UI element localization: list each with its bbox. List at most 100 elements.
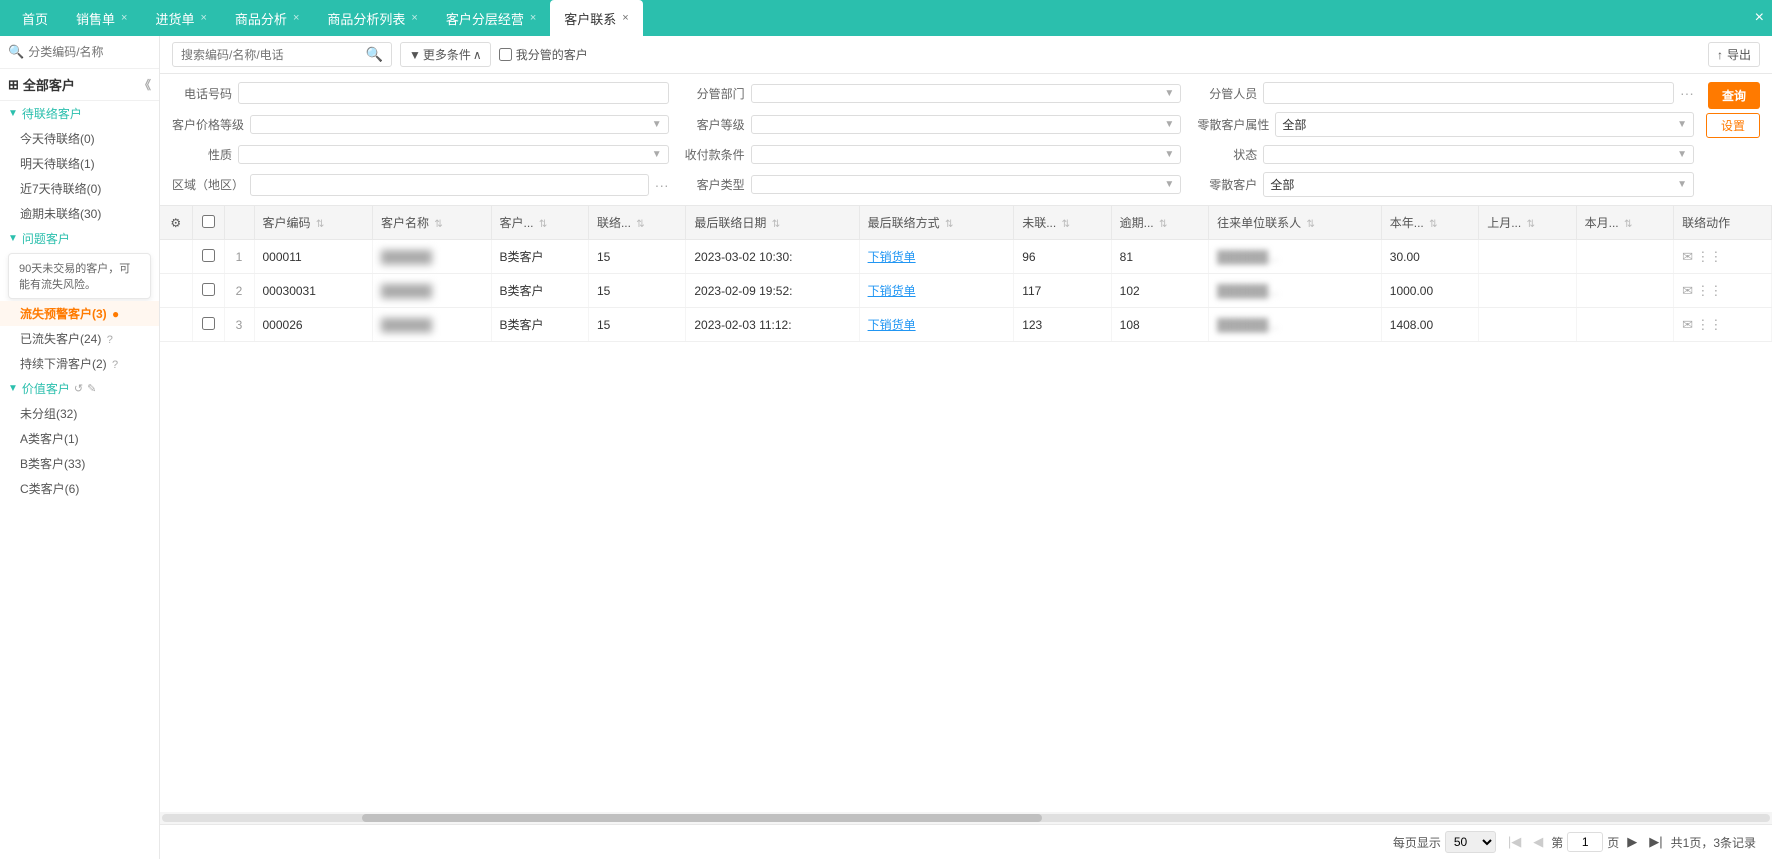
- filter-region-dots[interactable]: ···: [655, 177, 669, 193]
- filter-manager-input[interactable]: [1263, 82, 1674, 104]
- window-close-btn[interactable]: ×: [1755, 9, 1764, 27]
- col-this-month[interactable]: 本月... ⇅: [1576, 206, 1673, 240]
- my-customer-checkbox[interactable]: [499, 48, 512, 61]
- sidebar-item-churned[interactable]: 已流失客户(24) ?: [0, 326, 159, 351]
- more-icon-2[interactable]: ⋮⋮: [1696, 317, 1722, 332]
- col-contact-person[interactable]: 往来单位联系人 ⇅: [1209, 206, 1382, 240]
- sidebar-group-pending[interactable]: ▼ 待联络客户: [0, 101, 159, 126]
- filter-payment-select[interactable]: ▼: [751, 145, 1182, 164]
- more-icon-0[interactable]: ⋮⋮: [1696, 249, 1722, 264]
- filter-nature: 性质 ▼: [172, 145, 669, 164]
- col-last-month[interactable]: 上月... ⇅: [1479, 206, 1576, 240]
- filter-manager-dots[interactable]: ···: [1680, 85, 1694, 101]
- row-uncontacted-1: 117: [1014, 274, 1111, 308]
- first-page-btn[interactable]: |◀: [1504, 832, 1525, 852]
- col-this-year[interactable]: 本年... ⇅: [1381, 206, 1478, 240]
- chevron-down-icon: ∧: [473, 48, 482, 62]
- sidebar-item-tomorrow[interactable]: 明天待联络(1): [0, 151, 159, 176]
- filter-status-select[interactable]: ▼: [1263, 145, 1694, 164]
- export-btn[interactable]: ↑ 导出: [1708, 42, 1760, 67]
- row-type-2: B类客户: [491, 308, 588, 342]
- sidebar-item-churn-warning[interactable]: 流失预警客户(3) ●: [0, 301, 159, 326]
- col-contact[interactable]: 联络... ⇅: [588, 206, 685, 240]
- sidebar-collapse-btn[interactable]: 《: [139, 76, 151, 93]
- search-icon[interactable]: 🔍: [366, 46, 383, 63]
- sidebar-item-declining[interactable]: 持续下滑客户(2) ?: [0, 351, 159, 376]
- sidebar-item-c-class[interactable]: C类客户(6): [0, 476, 159, 501]
- tab-customer-tier[interactable]: 客户分层经营 ×: [432, 0, 550, 36]
- tab-analysis-list-close[interactable]: ×: [411, 12, 417, 24]
- query-button[interactable]: 查询: [1708, 82, 1760, 109]
- row-action-0[interactable]: ✉ ⋮⋮: [1674, 240, 1772, 274]
- sidebar-item-a-class[interactable]: A类客户(1): [0, 426, 159, 451]
- horizontal-scrollbar[interactable]: [160, 812, 1772, 824]
- sidebar-all-customers[interactable]: ⊞ 全部客户 《: [0, 69, 159, 101]
- tab-purchase[interactable]: 进货单 ×: [141, 0, 220, 36]
- contact-icon-2[interactable]: ✉: [1682, 317, 1693, 332]
- col-name[interactable]: 客户名称 ⇅: [373, 206, 492, 240]
- filter-phone-input[interactable]: [238, 82, 669, 104]
- refresh-icon[interactable]: ↺: [74, 382, 83, 395]
- tab-analysis-list[interactable]: 商品分析列表 ×: [313, 0, 431, 36]
- sidebar-search-input[interactable]: [28, 45, 160, 59]
- page-input[interactable]: [1567, 832, 1603, 852]
- filter-price-level-select[interactable]: ▼: [250, 115, 669, 134]
- edit-icon[interactable]: ✎: [87, 382, 96, 395]
- sidebar-group-value[interactable]: ▼ 价值客户 ↺ ✎: [0, 376, 159, 401]
- row-action-2[interactable]: ✉ ⋮⋮: [1674, 308, 1772, 342]
- row-this-month-1: [1576, 274, 1673, 308]
- col-last-date[interactable]: 最后联络日期 ⇅: [686, 206, 859, 240]
- row-checkbox-1[interactable]: [192, 274, 224, 308]
- col-code[interactable]: 客户编码 ⇅: [254, 206, 373, 240]
- sidebar-group-problem[interactable]: ▼ 问题客户: [0, 226, 159, 251]
- sidebar-item-b-class[interactable]: B类客户(33): [0, 451, 159, 476]
- row-action-1[interactable]: ✉ ⋮⋮: [1674, 274, 1772, 308]
- sidebar-item-today[interactable]: 今天待联络(0): [0, 126, 159, 151]
- col-type[interactable]: 客户... ⇅: [491, 206, 588, 240]
- last-page-btn[interactable]: ▶|: [1645, 832, 1666, 852]
- row-last-method-0[interactable]: 下销货单: [859, 240, 1014, 274]
- scrollbar-thumb[interactable]: [362, 814, 1042, 822]
- filter-customer-level-select[interactable]: ▼: [751, 115, 1182, 134]
- sidebar-item-7days[interactable]: 近7天待联络(0): [0, 176, 159, 201]
- tab-customer-contact[interactable]: 客户联系 ×: [550, 0, 642, 36]
- tab-customer-tier-close[interactable]: ×: [530, 12, 536, 24]
- more-icon-1[interactable]: ⋮⋮: [1696, 283, 1722, 298]
- col-last-method[interactable]: 最后联络方式 ⇅: [859, 206, 1014, 240]
- filter-region-input[interactable]: [250, 174, 649, 196]
- row-contact-person-1: ██████...: [1209, 274, 1382, 308]
- col-settings[interactable]: ⚙: [160, 206, 192, 240]
- search-input[interactable]: [181, 48, 362, 62]
- filter-customer-type-select[interactable]: ▼: [751, 175, 1182, 194]
- row-overdue-1: 102: [1111, 274, 1208, 308]
- page-size-select[interactable]: 50 100 200: [1445, 831, 1496, 853]
- tab-sales[interactable]: 销售单 ×: [62, 0, 141, 36]
- row-checkbox-2[interactable]: [192, 308, 224, 342]
- settings-button[interactable]: 设置: [1706, 113, 1760, 138]
- filter-retail-attr-select[interactable]: 全部 ▼: [1275, 112, 1694, 137]
- sidebar-item-overdue[interactable]: 逾期未联络(30): [0, 201, 159, 226]
- filter-nature-select[interactable]: ▼: [238, 145, 669, 164]
- prev-page-btn[interactable]: ◀: [1529, 832, 1547, 852]
- tab-customer-contact-close[interactable]: ×: [622, 12, 628, 24]
- tab-analysis[interactable]: 商品分析 ×: [221, 0, 313, 36]
- filter-retail-customer-select[interactable]: 全部 ▼: [1263, 172, 1694, 197]
- next-page-btn[interactable]: ▶: [1623, 832, 1641, 852]
- my-customer-checkbox-wrap[interactable]: 我分管的客户: [499, 46, 588, 63]
- col-uncontacted[interactable]: 未联... ⇅: [1014, 206, 1111, 240]
- row-checkbox-0[interactable]: [192, 240, 224, 274]
- contact-icon-1[interactable]: ✉: [1682, 283, 1693, 298]
- row-last-method-2[interactable]: 下销货单: [859, 308, 1014, 342]
- contact-icon-0[interactable]: ✉: [1682, 249, 1693, 264]
- more-filter-btn[interactable]: ▼ 更多条件 ∧: [400, 42, 491, 67]
- select-all-checkbox[interactable]: [202, 215, 215, 228]
- filter-dept-select[interactable]: ▼: [751, 84, 1182, 103]
- tab-sales-close[interactable]: ×: [121, 12, 127, 24]
- tab-analysis-close[interactable]: ×: [293, 12, 299, 24]
- tab-purchase-close[interactable]: ×: [200, 12, 206, 24]
- tab-home[interactable]: 首页: [8, 0, 62, 36]
- col-overdue[interactable]: 逾期... ⇅: [1111, 206, 1208, 240]
- churn-icon: ●: [112, 307, 119, 321]
- row-last-method-1[interactable]: 下销货单: [859, 274, 1014, 308]
- sidebar-item-ungrouped[interactable]: 未分组(32): [0, 401, 159, 426]
